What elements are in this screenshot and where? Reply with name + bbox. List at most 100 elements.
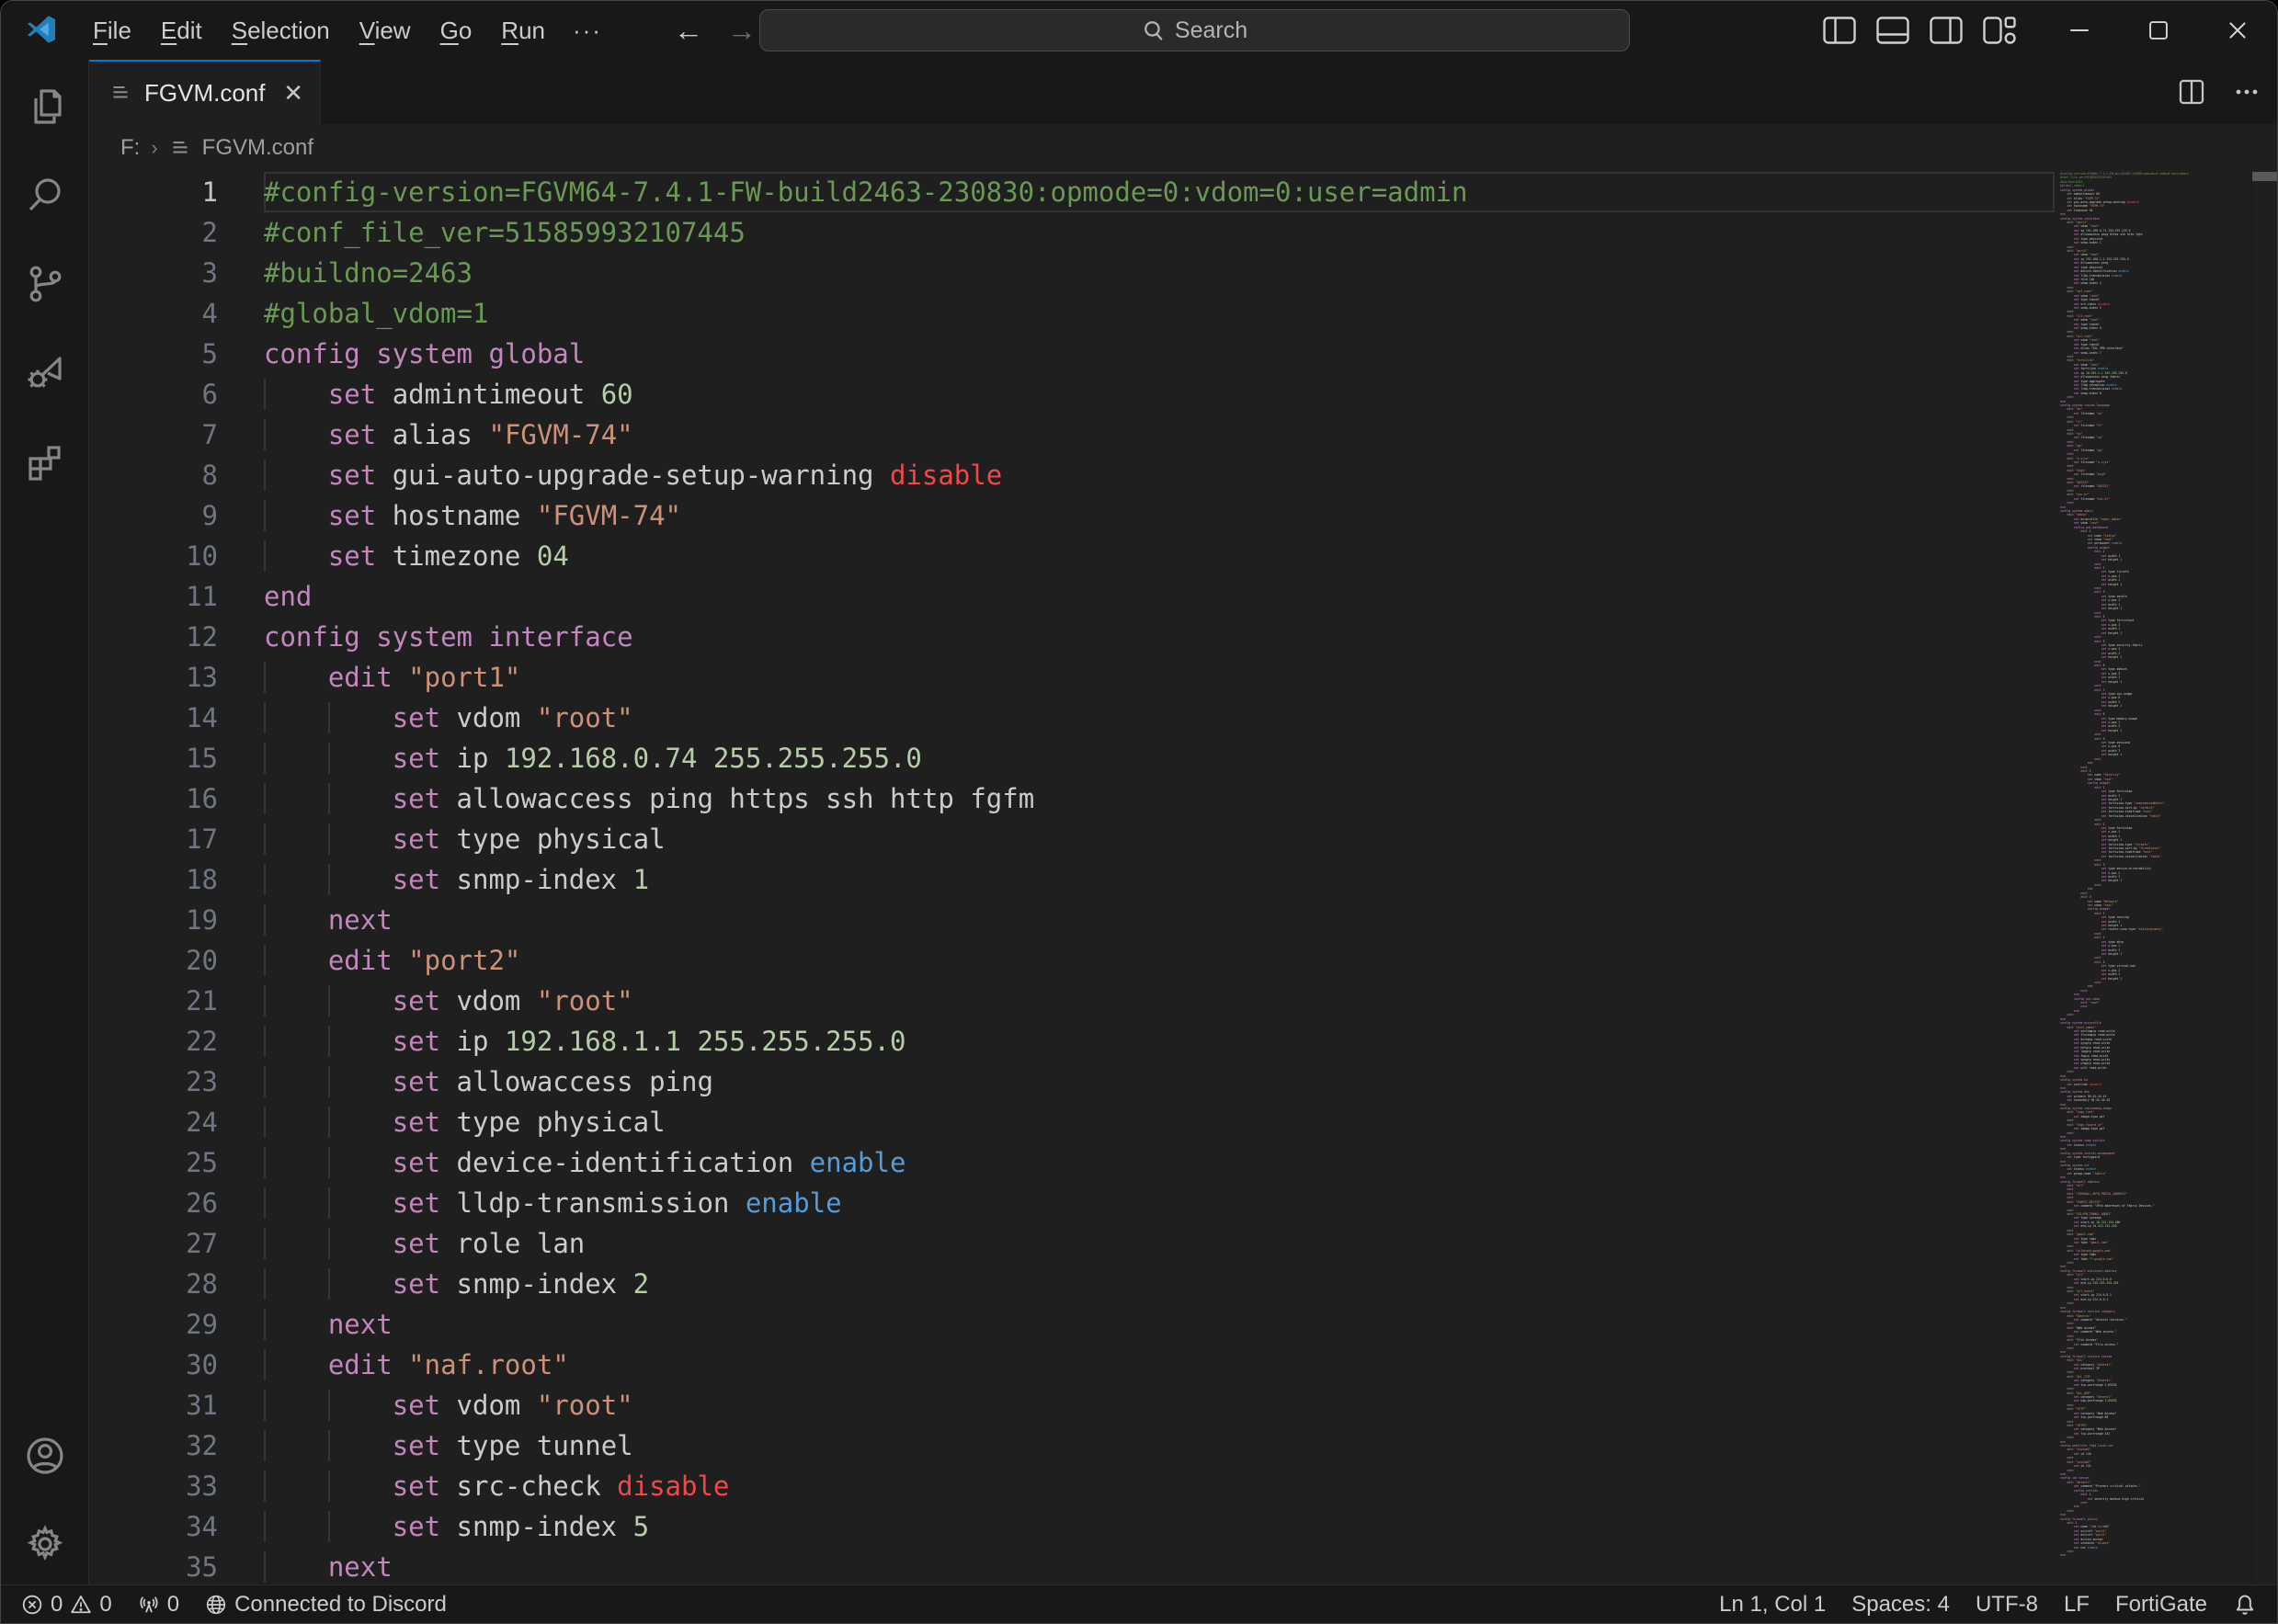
code-line[interactable]: 8 set gui-auto-upgrade-setup-warning dis… [89, 455, 2055, 495]
line-content[interactable]: set allowaccess ping [264, 1062, 2055, 1102]
line-number[interactable]: 27 [89, 1223, 218, 1264]
line-content[interactable]: set vdom "root" [264, 981, 2055, 1021]
line-content[interactable]: #buildno=2463 [264, 253, 2055, 293]
editor-more-actions-icon[interactable] [2233, 78, 2261, 106]
code-line[interactable]: 10 set timezone 04 [89, 536, 2055, 576]
line-number[interactable]: 23 [89, 1062, 218, 1102]
line-number[interactable]: 9 [89, 495, 218, 536]
line-content[interactable]: set src-check disable [264, 1466, 2055, 1506]
eol-status[interactable]: LF [2051, 1592, 2102, 1618]
breadcrumb-drive[interactable]: F: [120, 135, 140, 161]
code-line[interactable]: 5 config system global [89, 334, 2055, 374]
code-line[interactable]: 19 next [89, 900, 2055, 940]
line-number[interactable]: 18 [89, 859, 218, 900]
menu-run[interactable]: Run [486, 10, 560, 51]
line-number[interactable]: 5 [89, 334, 218, 374]
ports-status[interactable]: 0 [125, 1592, 192, 1618]
line-content[interactable]: next [264, 1304, 2055, 1345]
problems-status[interactable]: 0 0 [8, 1592, 125, 1618]
code-area[interactable]: 1 #config-version=FGVM64-7.4.1-FW-build24… [89, 172, 2055, 1584]
code-line[interactable]: 18 set snmp-index 1 [89, 859, 2055, 900]
line-content[interactable]: set snmp-index 1 [264, 859, 2055, 900]
menu-more[interactable]: ··· [560, 17, 615, 45]
line-number[interactable]: 12 [89, 617, 218, 657]
settings-gear-icon[interactable] [17, 1516, 73, 1572]
line-content[interactable]: set type tunnel [264, 1425, 2055, 1466]
code-line[interactable]: 6 set admintimeout 60 [89, 374, 2055, 415]
breadcrumb-file[interactable]: FGVM.conf [202, 135, 313, 161]
line-number[interactable]: 29 [89, 1304, 218, 1345]
extensions-icon[interactable] [17, 433, 73, 488]
menu-view[interactable]: View [345, 10, 426, 51]
line-number[interactable]: 35 [89, 1547, 218, 1584]
notifications-bell[interactable] [2220, 1593, 2270, 1617]
go-forward-icon[interactable]: → [727, 16, 757, 45]
cursor-position[interactable]: Ln 1, Col 1 [1706, 1592, 1839, 1618]
code-line[interactable]: 17 set type physical [89, 819, 2055, 859]
code-line[interactable]: 23 set allowaccess ping [89, 1062, 2055, 1102]
line-content[interactable]: edit "port2" [264, 940, 2055, 981]
line-number[interactable]: 17 [89, 819, 218, 859]
line-content[interactable]: #conf_file_ver=515859932107445 [264, 212, 2055, 253]
line-number[interactable]: 22 [89, 1021, 218, 1062]
code-line[interactable]: 29 next [89, 1304, 2055, 1345]
line-content[interactable]: #config-version=FGVM64-7.4.1-FW-build246… [264, 172, 2055, 212]
code-line[interactable]: 25 set device-identification enable [89, 1142, 2055, 1183]
menu-go[interactable]: Go [426, 10, 487, 51]
code-line[interactable]: 14 set vdom "root" [89, 698, 2055, 738]
line-content[interactable]: set gui-auto-upgrade-setup-warning disab… [264, 455, 2055, 495]
split-editor-icon[interactable] [2178, 78, 2205, 106]
line-content[interactable]: set device-identification enable [264, 1142, 2055, 1183]
code-line[interactable]: 3 #buildno=2463 [89, 253, 2055, 293]
line-number[interactable]: 32 [89, 1425, 218, 1466]
code-line[interactable]: 28 set snmp-index 2 [89, 1264, 2055, 1304]
code-line[interactable]: 35 next [89, 1547, 2055, 1584]
line-content[interactable]: set type physical [264, 1102, 2055, 1142]
toggle-secondary-sidebar-icon[interactable] [1926, 10, 1966, 51]
line-content[interactable]: set type physical [264, 819, 2055, 859]
line-number[interactable]: 7 [89, 415, 218, 455]
toggle-primary-sidebar-icon[interactable] [1819, 10, 1860, 51]
code-line[interactable]: 32 set type tunnel [89, 1425, 2055, 1466]
line-content[interactable]: config system interface [264, 617, 2055, 657]
code-line[interactable]: 15 set ip 192.168.0.74 255.255.255.0 [89, 738, 2055, 778]
close-button[interactable] [2198, 1, 2277, 60]
line-number[interactable]: 20 [89, 940, 218, 981]
line-content[interactable]: edit "naf.root" [264, 1345, 2055, 1385]
minimize-button[interactable] [2040, 1, 2119, 60]
line-content[interactable]: set snmp-index 2 [264, 1264, 2055, 1304]
minimap[interactable]: #config-version=FGVM64-7.4.1-FW-build246… [2055, 172, 2251, 1584]
code-line[interactable]: 27 set role lan [89, 1223, 2055, 1264]
menu-edit[interactable]: Edit [146, 10, 217, 51]
line-number[interactable]: 15 [89, 738, 218, 778]
line-number[interactable]: 8 [89, 455, 218, 495]
line-content[interactable]: set hostname "FGVM-74" [264, 495, 2055, 536]
code-line[interactable]: 11 end [89, 576, 2055, 617]
line-content[interactable]: edit "port1" [264, 657, 2055, 698]
code-line[interactable]: 34 set snmp-index 5 [89, 1506, 2055, 1547]
search-view-icon[interactable] [17, 168, 73, 223]
line-number[interactable]: 33 [89, 1466, 218, 1506]
code-line[interactable]: 2 #conf_file_ver=515859932107445 [89, 212, 2055, 253]
line-content[interactable]: set ip 192.168.1.1 255.255.255.0 [264, 1021, 2055, 1062]
line-number[interactable]: 34 [89, 1506, 218, 1547]
code-line[interactable]: 21 set vdom "root" [89, 981, 2055, 1021]
line-number[interactable]: 31 [89, 1385, 218, 1425]
line-number[interactable]: 28 [89, 1264, 218, 1304]
line-content[interactable]: set role lan [264, 1223, 2055, 1264]
line-content[interactable]: set admintimeout 60 [264, 374, 2055, 415]
line-number[interactable]: 21 [89, 981, 218, 1021]
toggle-panel-icon[interactable] [1873, 10, 1913, 51]
line-number[interactable]: 14 [89, 698, 218, 738]
line-number[interactable]: 24 [89, 1102, 218, 1142]
source-control-icon[interactable] [17, 256, 73, 312]
line-number[interactable]: 6 [89, 374, 218, 415]
line-content[interactable]: set alias "FGVM-74" [264, 415, 2055, 455]
code-line[interactable]: 31 set vdom "root" [89, 1385, 2055, 1425]
code-line[interactable]: 7 set alias "FGVM-74" [89, 415, 2055, 455]
code-line[interactable]: 33 set src-check disable [89, 1466, 2055, 1506]
line-content[interactable]: set timezone 04 [264, 536, 2055, 576]
maximize-button[interactable] [2119, 1, 2198, 60]
menu-file[interactable]: File [78, 10, 146, 51]
line-number[interactable]: 13 [89, 657, 218, 698]
